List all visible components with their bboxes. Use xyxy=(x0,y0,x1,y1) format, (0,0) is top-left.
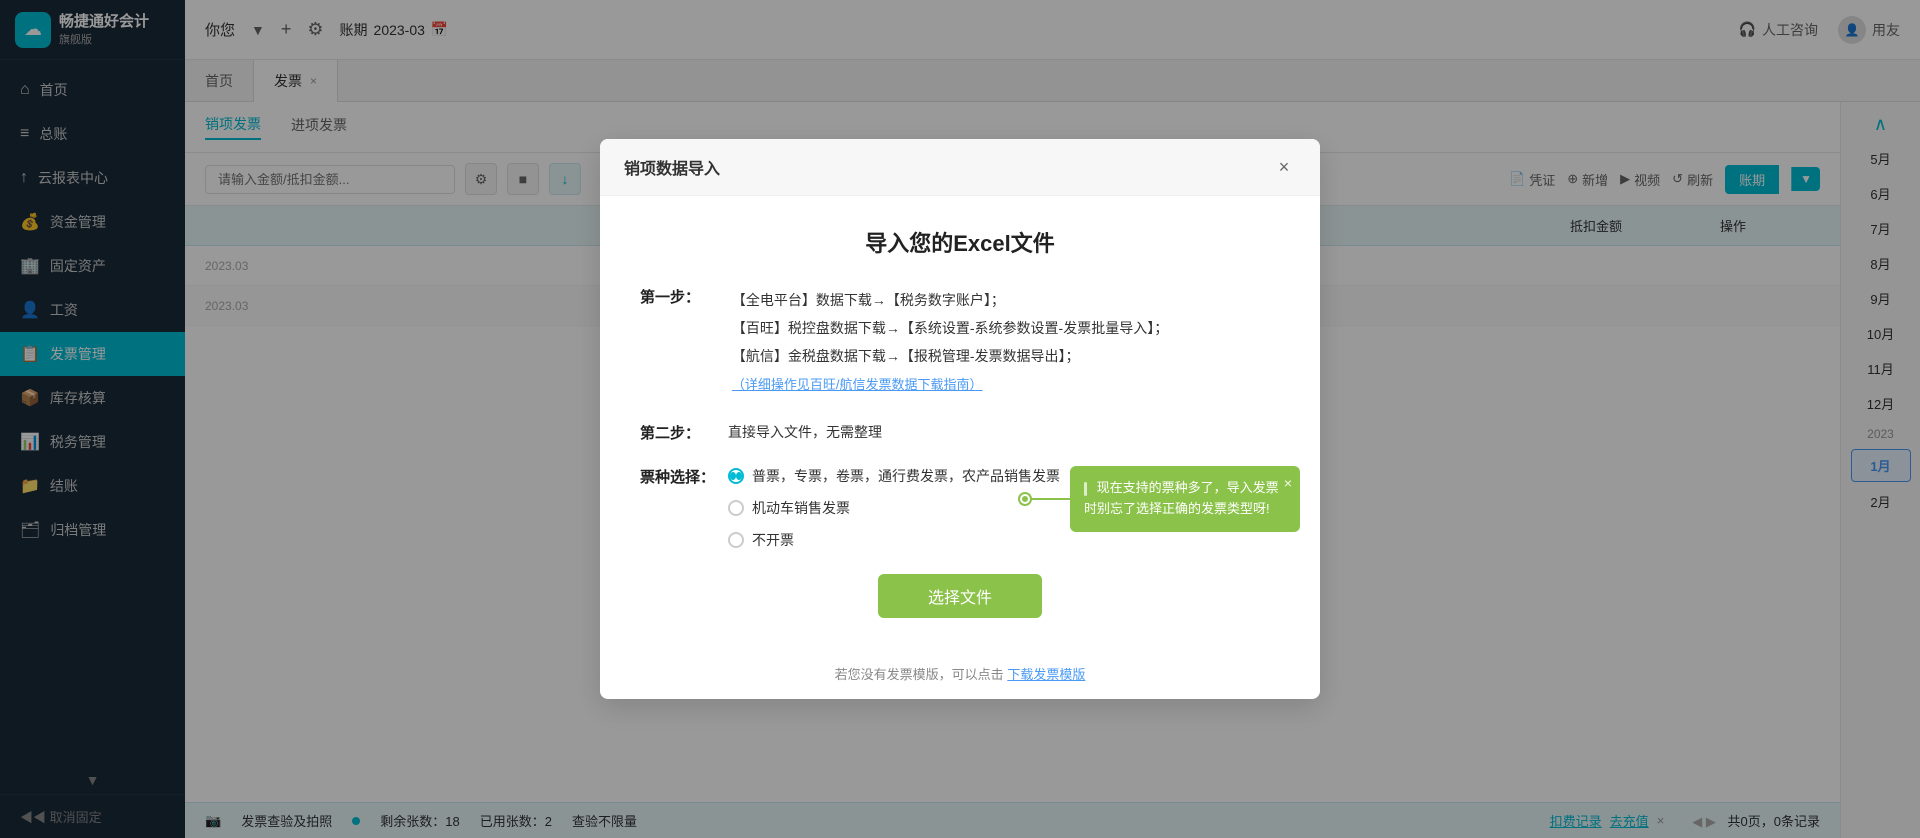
step2-content: 直接导入文件，无需整理 xyxy=(728,418,882,446)
radio-item-3[interactable]: 不开票 xyxy=(728,530,1060,550)
modal-title: 销项数据导入 xyxy=(624,155,720,179)
modal-overlay: 销项数据导入 × 导入您的Excel文件 第一步： 【全电平台】数据下载→【税务… xyxy=(0,0,1920,838)
step1-line1: 【全电平台】数据下载→【税务数字账户】； xyxy=(732,292,1005,308)
footer-text: 若您没有发票模版，可以点击 xyxy=(835,667,1004,682)
modal-body: 导入您的Excel文件 第一步： 【全电平台】数据下载→【税务数字账户】； 【百… xyxy=(600,196,1320,648)
ticket-section: 票种选择： 普票，专票，卷票，通行费发票，农产品销售发票 机动车销售发票 xyxy=(640,466,1280,550)
tooltip-connector xyxy=(1030,498,1070,500)
import-modal: 销项数据导入 × 导入您的Excel文件 第一步： 【全电平台】数据下载→【税务… xyxy=(600,139,1320,699)
tooltip-close-btn[interactable]: × xyxy=(1284,472,1292,494)
step1-link[interactable]: （详细操作见百旺/航信发票数据下载指南） xyxy=(732,377,983,392)
step1-section: 第一步： 【全电平台】数据下载→【税务数字账户】； 【百旺】税控盘数据下载→【系… xyxy=(640,286,1280,398)
download-template-link[interactable]: 下载发票模版 xyxy=(1007,667,1085,682)
tooltip-container: 现在支持的票种多了，导入发票时别忘了选择正确的发票类型呀! × xyxy=(1020,466,1300,532)
radio-2-label: 机动车销售发票 xyxy=(752,498,850,518)
modal-close-btn[interactable]: × xyxy=(1272,155,1296,179)
modal-header: 销项数据导入 × xyxy=(600,139,1320,196)
radio-2-circle xyxy=(728,500,744,516)
tooltip-text: 现在支持的票种多了，导入发票时别忘了选择正确的发票类型呀! xyxy=(1084,480,1279,516)
radio-group: 普票，专票，卷票，通行费发票，农产品销售发票 机动车销售发票 不开票 xyxy=(728,466,1060,550)
step1-content: 【全电平台】数据下载→【税务数字账户】； 【百旺】税控盘数据下载→【系统设置-系… xyxy=(732,286,1168,398)
tooltip-bubble: 现在支持的票种多了，导入发票时别忘了选择正确的发票类型呀! × xyxy=(1070,466,1300,532)
radio-item-1[interactable]: 普票，专票，卷票，通行费发票，农产品销售发票 xyxy=(728,466,1060,486)
step1-label: 第一步： xyxy=(640,286,720,307)
step2-label: 第二步： xyxy=(640,422,720,443)
tooltip-bar xyxy=(1084,482,1087,496)
radio-1-circle xyxy=(728,468,744,484)
modal-footer: 若您没有发票模版，可以点击 下载发票模版 xyxy=(600,648,1320,699)
step2-section: 第二步： 直接导入文件，无需整理 xyxy=(640,418,1280,446)
import-title: 导入您的Excel文件 xyxy=(640,226,1280,258)
select-file-button[interactable]: 选择文件 xyxy=(878,574,1042,618)
step1-line2: 【百旺】税控盘数据下载→【系统设置-系统参数设置-发票批量导入】； xyxy=(732,320,1168,336)
radio-3-circle xyxy=(728,532,744,548)
radio-3-label: 不开票 xyxy=(752,530,794,550)
step1-line3: 【航信】金税盘数据下载→【报税管理-发票数据导出】； xyxy=(732,348,1080,364)
radio-1-label: 普票，专票，卷票，通行费发票，农产品销售发票 xyxy=(752,466,1060,486)
tooltip-dot xyxy=(1020,494,1030,504)
ticket-select-label: 票种选择： xyxy=(640,466,720,487)
radio-item-2[interactable]: 机动车销售发票 xyxy=(728,498,1060,518)
